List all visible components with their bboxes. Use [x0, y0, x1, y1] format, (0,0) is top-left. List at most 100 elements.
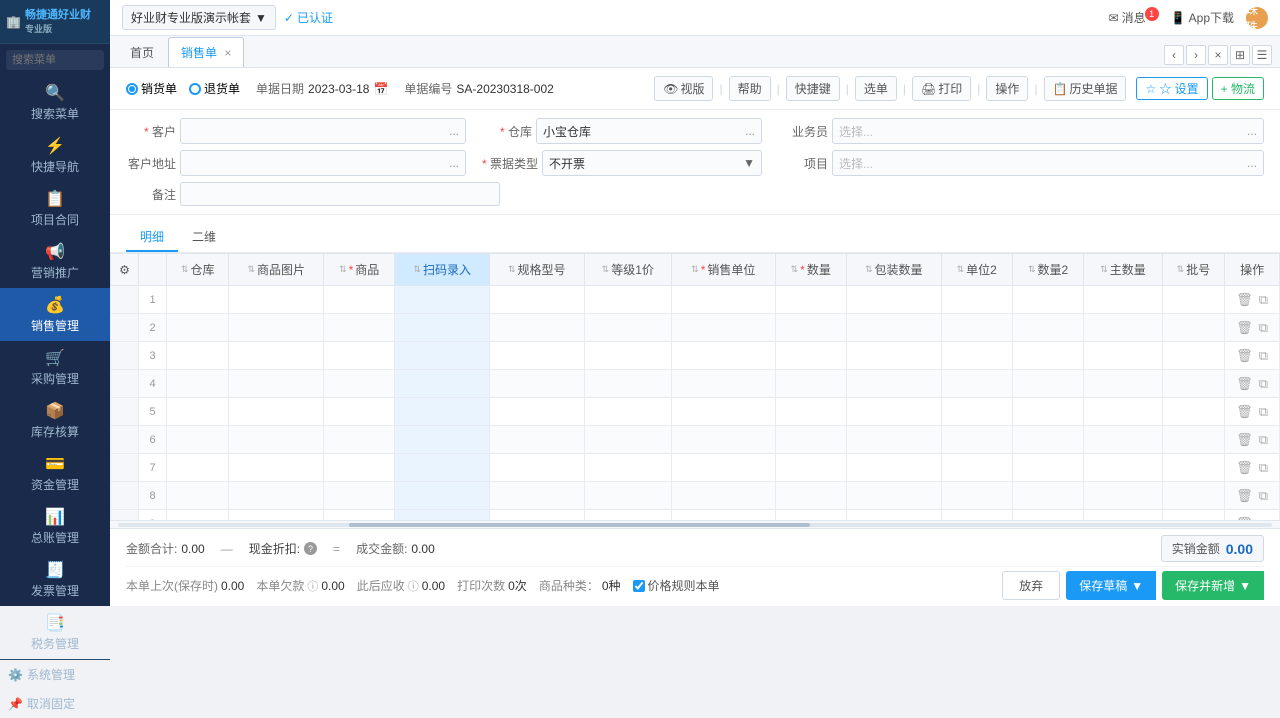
row-batch[interactable] [1162, 342, 1224, 370]
row-goods[interactable] [324, 370, 395, 398]
row-main-qty[interactable] [1084, 426, 1163, 454]
row-pack-qty[interactable] [846, 426, 941, 454]
sidebar-search-input[interactable] [6, 50, 104, 70]
message-button[interactable]: ✉ 消息 1 [1109, 9, 1159, 26]
delete-icon[interactable]: 🗑 [1236, 432, 1253, 448]
col-image[interactable]: ⇅商品图片 [229, 254, 324, 286]
salesperson-dots[interactable]: ... [1247, 124, 1257, 138]
row-goods[interactable] [324, 398, 395, 426]
copy-icon[interactable]: ⧉ [1259, 404, 1268, 420]
table-row[interactable]: 7 🗑 ⧉ [111, 454, 1280, 482]
row-scan[interactable] [395, 454, 490, 482]
row-batch[interactable] [1162, 454, 1224, 482]
number-value[interactable]: SA-20230318-002 [456, 82, 553, 96]
row-batch[interactable] [1162, 370, 1224, 398]
sidebar-item-settings[interactable]: ⚙️ 系统管理 [0, 660, 110, 689]
copy-icon[interactable]: ⧉ [1259, 292, 1268, 308]
warehouse-input[interactable]: 小宝仓库 ... [536, 118, 762, 144]
help-icon[interactable]: ? [304, 542, 317, 555]
toolbar-view-button[interactable]: 👁 视版 [654, 76, 713, 101]
row-scan[interactable] [395, 286, 490, 314]
row-unit[interactable] [672, 454, 776, 482]
table-row[interactable]: 8 🗑 ⧉ [111, 482, 1280, 510]
row-price[interactable] [584, 398, 671, 426]
row-warehouse[interactable] [167, 286, 229, 314]
row-qty[interactable] [775, 314, 846, 342]
row-unit2[interactable] [941, 314, 1012, 342]
row-goods[interactable] [324, 314, 395, 342]
row-unit[interactable] [672, 342, 776, 370]
delete-icon[interactable]: 🗑 [1236, 320, 1253, 336]
row-goods[interactable] [324, 482, 395, 510]
row-qty2[interactable] [1012, 454, 1083, 482]
row-qty[interactable] [775, 370, 846, 398]
col-pack-qty[interactable]: ⇅包装数量 [846, 254, 941, 286]
tab-close-icon[interactable]: × [224, 46, 231, 60]
row-price[interactable] [584, 342, 671, 370]
row-warehouse[interactable] [167, 454, 229, 482]
delete-icon[interactable]: 🗑 [1236, 348, 1253, 364]
row-spec[interactable] [489, 286, 584, 314]
sidebar-item-funds[interactable]: 💳 资金管理 [0, 447, 110, 500]
sidebar-item-invoice[interactable]: 🧾 发票管理 [0, 553, 110, 606]
calendar-icon[interactable]: 📅 [373, 82, 388, 96]
row-warehouse[interactable] [167, 426, 229, 454]
row-qty2[interactable] [1012, 342, 1083, 370]
invoice-select[interactable]: 不开票 ▼ [542, 150, 762, 176]
row-qty[interactable] [775, 398, 846, 426]
row-unit[interactable] [672, 510, 776, 521]
sidebar-item-inventory[interactable]: 📦 库存核算 [0, 394, 110, 447]
row-warehouse[interactable] [167, 370, 229, 398]
row-pack-qty[interactable] [846, 510, 941, 521]
col-qty[interactable]: ⇅* 数量 [775, 254, 846, 286]
sidebar-item-ledger[interactable]: 📊 总账管理 [0, 500, 110, 553]
row-pack-qty[interactable] [846, 454, 941, 482]
toolbar-help-button[interactable]: 帮助 [729, 76, 771, 101]
table-row[interactable]: 4 🗑 ⧉ [111, 370, 1280, 398]
sidebar-item-quick[interactable]: ⚡ 快捷导航 [0, 129, 110, 182]
row-price[interactable] [584, 482, 671, 510]
delete-icon[interactable]: 🗑 [1236, 460, 1253, 476]
row-scan[interactable] [395, 482, 490, 510]
row-unit2[interactable] [941, 426, 1012, 454]
row-qty[interactable] [775, 454, 846, 482]
radio-return-order[interactable]: 退货单 [189, 80, 240, 97]
sidebar-item-marketing[interactable]: 📢 营销推广 [0, 235, 110, 288]
project-input[interactable]: 选择... ... [832, 150, 1264, 176]
row-price[interactable] [584, 286, 671, 314]
toolbar-print-button[interactable]: 🖨 打印 [912, 76, 971, 101]
toolbar-select-button[interactable]: 选单 [855, 76, 897, 101]
toolbar-ops-button[interactable]: 操作 [986, 76, 1028, 101]
row-scan[interactable] [395, 426, 490, 454]
delete-icon[interactable]: 🗑 [1236, 404, 1253, 420]
customer-input[interactable]: ... [180, 118, 466, 144]
col-unit2[interactable]: ⇅单位2 [941, 254, 1012, 286]
table-scrollbar[interactable] [110, 520, 1280, 528]
abandon-button[interactable]: 放弃 [1002, 571, 1060, 600]
row-unit2[interactable] [941, 510, 1012, 521]
row-batch[interactable] [1162, 314, 1224, 342]
row-warehouse[interactable] [167, 398, 229, 426]
col-scan[interactable]: ⇅扫码录入 [395, 254, 490, 286]
row-goods[interactable] [324, 426, 395, 454]
toolbar-history-button[interactable]: 📋 历史单据 [1044, 76, 1127, 101]
row-qty2[interactable] [1012, 286, 1083, 314]
row-unit2[interactable] [941, 286, 1012, 314]
row-main-qty[interactable] [1084, 286, 1163, 314]
copy-icon[interactable]: ⧉ [1259, 376, 1268, 392]
row-unit[interactable] [672, 398, 776, 426]
row-scan[interactable] [395, 314, 490, 342]
row-price[interactable] [584, 510, 671, 521]
tab-detail[interactable]: 明细 [126, 223, 178, 252]
toolbar-shortcut-button[interactable]: 快捷键 [786, 76, 840, 101]
row-goods[interactable] [324, 510, 395, 521]
delete-icon[interactable]: 🗑 [1236, 292, 1253, 308]
sidebar-item-purchase[interactable]: 🛒 采购管理 [0, 341, 110, 394]
app-download-button[interactable]: 📱 App下载 [1171, 9, 1234, 26]
row-goods[interactable] [324, 342, 395, 370]
row-scan[interactable] [395, 510, 490, 521]
row-qty[interactable] [775, 482, 846, 510]
row-price[interactable] [584, 370, 671, 398]
customer-dots[interactable]: ... [449, 124, 459, 138]
row-qty2[interactable] [1012, 426, 1083, 454]
